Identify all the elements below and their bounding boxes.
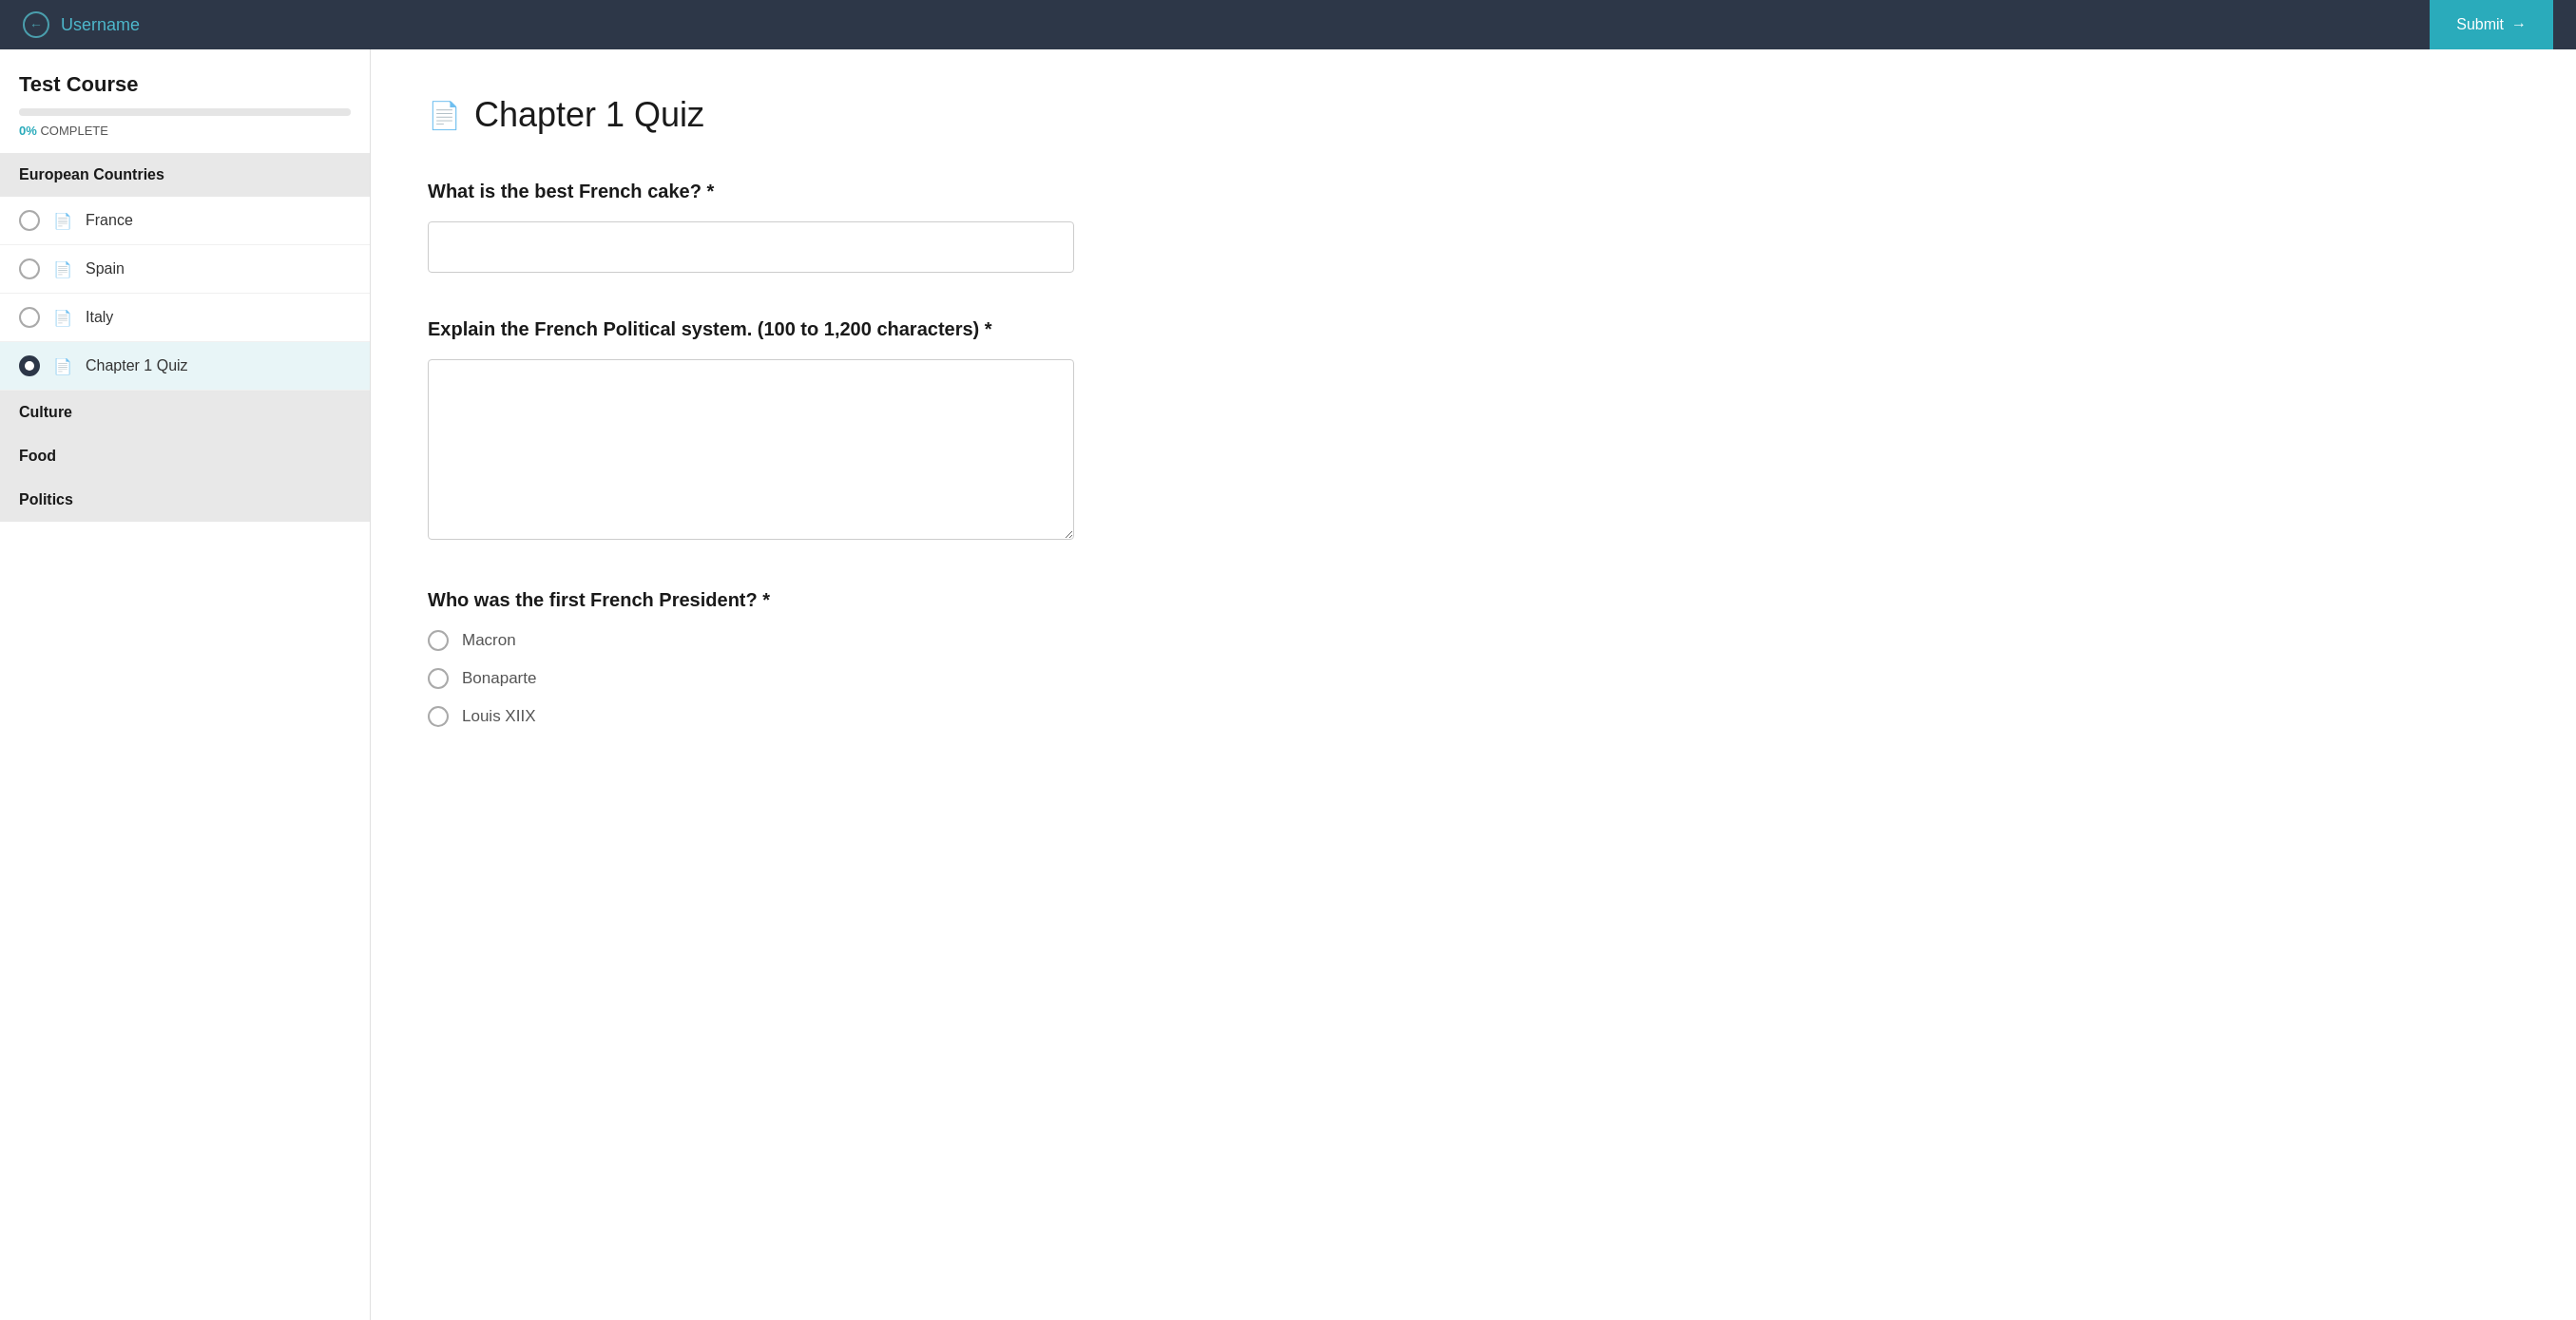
item-label-italy: Italy [86,309,113,326]
submit-label: Submit [2456,16,2504,33]
question-label-1: What is the best French cake? * [428,181,2519,202]
item-label-france: France [86,212,133,229]
answer-input-1[interactable] [428,221,1074,273]
radio-btn-macron[interactable] [428,630,449,651]
item-label-chapter-quiz: Chapter 1 Quiz [86,357,188,374]
radio-btn-bonaparte[interactable] [428,668,449,689]
radio-circle-france [19,210,40,231]
section-label-european-countries: European Countries [19,166,164,182]
submit-button[interactable]: Submit → [2430,0,2553,49]
quiz-title-row: 📄 Chapter 1 Quiz [428,95,2519,135]
username-link[interactable]: Username [61,15,140,35]
course-header: Test Course 0% COMPLETE [0,49,370,153]
progress-bar-container [19,108,351,116]
radio-option-bonaparte[interactable]: Bonaparte [428,668,2519,689]
quiz-icon: 📄 [428,100,461,131]
question-block-3: Who was the first French President? * Ma… [428,589,2519,727]
item-label-spain: Spain [86,260,125,277]
top-nav: ← Username Submit → [0,0,2576,49]
radio-circle-spain [19,258,40,279]
sidebar-item-chapter-quiz[interactable]: 📄 Chapter 1 Quiz [0,342,370,391]
doc-icon-italy: 📄 [53,309,72,327]
section-label-culture: Culture [19,404,72,420]
answer-textarea-2[interactable] [428,359,1074,540]
section-header-culture[interactable]: Culture [0,391,370,434]
section-label-politics: Politics [19,491,73,507]
radio-label-louis: Louis XIIX [462,707,536,726]
radio-label-macron: Macron [462,631,516,650]
radio-btn-louis[interactable] [428,706,449,727]
sidebar: Test Course 0% COMPLETE European Countri… [0,49,371,1320]
back-button[interactable]: ← [23,11,49,38]
sidebar-item-france[interactable]: 📄 France [0,197,370,245]
question-label-3: Who was the first French President? * [428,589,2519,611]
sidebar-item-italy[interactable]: 📄 Italy [0,294,370,342]
doc-icon-france: 📄 [53,212,72,230]
radio-option-louis[interactable]: Louis XIIX [428,706,2519,727]
radio-option-macron[interactable]: Macron [428,630,2519,651]
main-content: 📄 Chapter 1 Quiz What is the best French… [371,49,2576,1320]
course-title: Test Course [19,72,351,97]
section-header-food[interactable]: Food [0,434,370,478]
radio-label-bonaparte: Bonaparte [462,669,536,688]
section-label-food: Food [19,448,56,464]
radio-options-3: Macron Bonaparte Louis XIIX [428,630,2519,727]
radio-circle-italy [19,307,40,328]
section-header-european-countries[interactable]: European Countries [0,153,370,197]
question-block-1: What is the best French cake? * [428,181,2519,273]
question-block-2: Explain the French Political system. (10… [428,318,2519,544]
question-label-2: Explain the French Political system. (10… [428,318,2519,340]
progress-percent: 0% [19,124,37,138]
radio-circle-chapter-quiz [19,355,40,376]
main-layout: Test Course 0% COMPLETE European Countri… [0,49,2576,1320]
progress-label: 0% COMPLETE [19,124,351,138]
doc-icon-chapter-quiz: 📄 [53,357,72,375]
progress-suffix: COMPLETE [40,124,108,138]
quiz-title: Chapter 1 Quiz [474,95,704,135]
submit-arrow-icon: → [2511,16,2527,33]
doc-icon-spain: 📄 [53,260,72,278]
section-header-politics[interactable]: Politics [0,478,370,522]
sidebar-item-spain[interactable]: 📄 Spain [0,245,370,294]
nav-left: ← Username [23,11,140,38]
